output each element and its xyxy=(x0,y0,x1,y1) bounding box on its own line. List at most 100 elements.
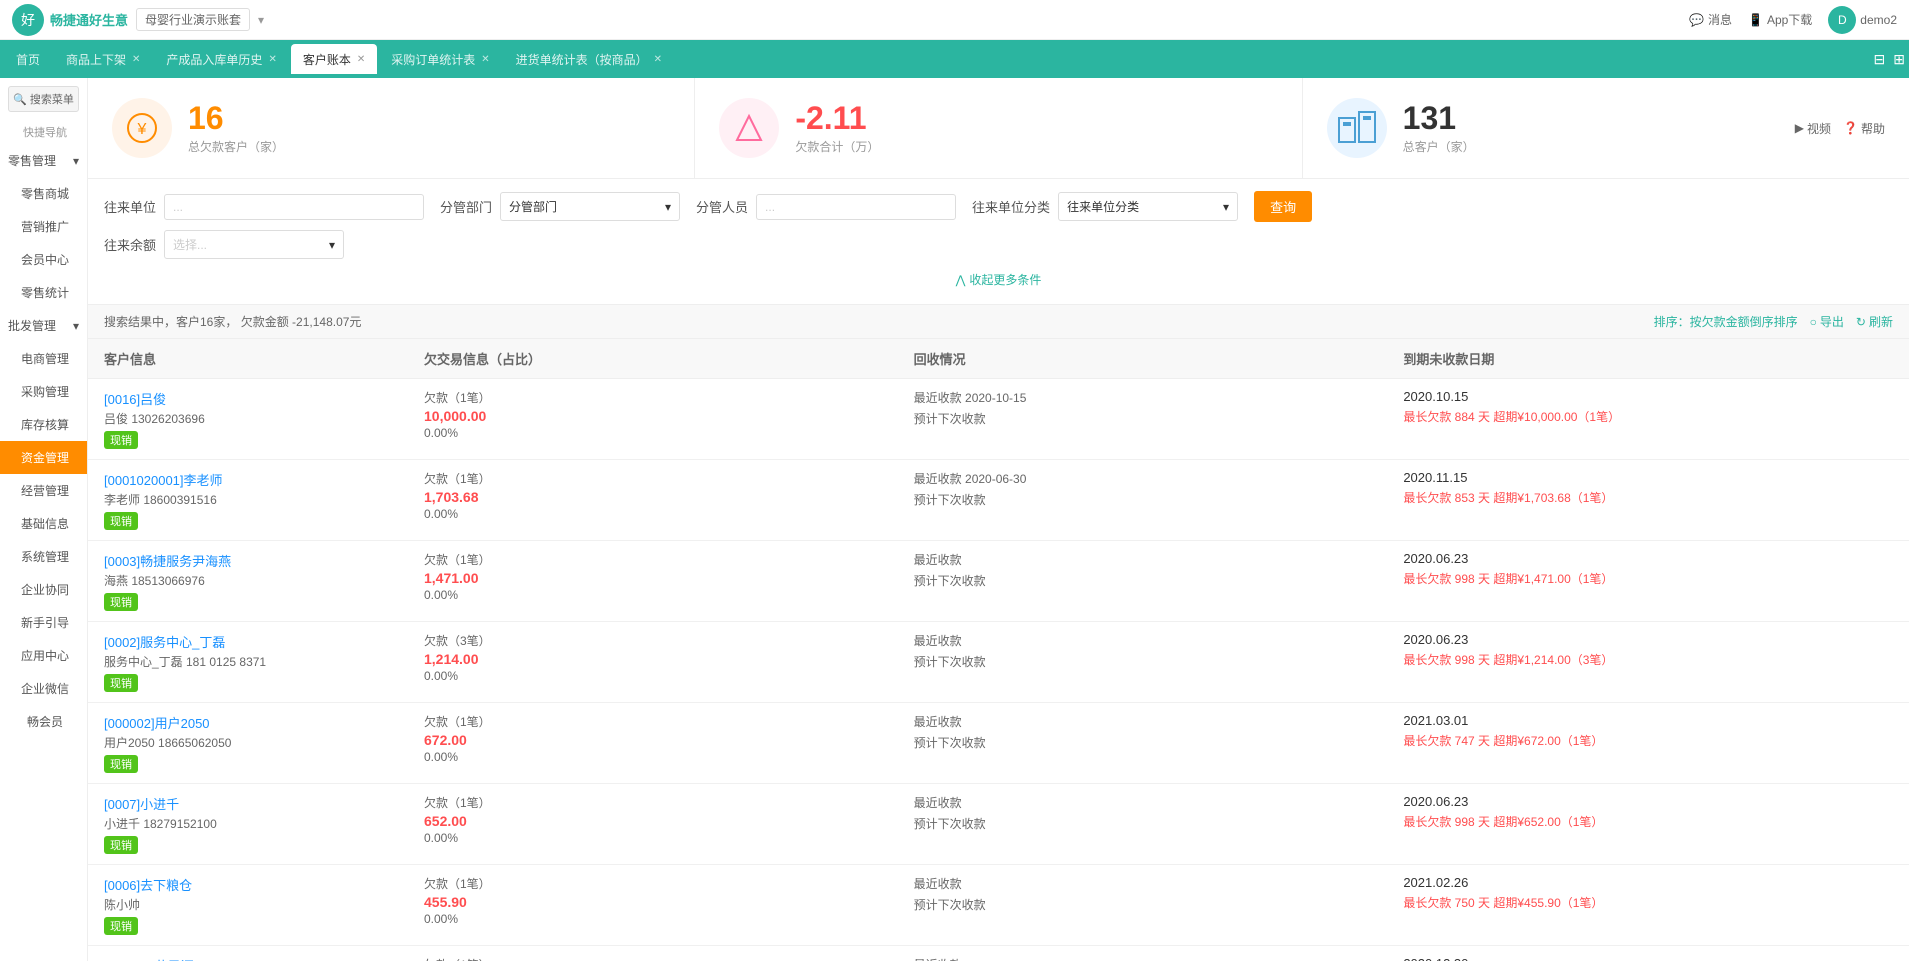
overdue-link-6[interactable]: 超期¥455.90（1笔） xyxy=(1493,896,1603,910)
collapse-btn[interactable]: ⋀ 收起更多条件 xyxy=(104,267,1893,292)
tab-incoming-stats[interactable]: 进货单统计表（按商品） ✕ xyxy=(504,44,674,74)
sidebar-item-basic-info[interactable]: 基础信息 xyxy=(0,507,87,540)
tab-product-history[interactable]: 产成品入库单历史 ✕ xyxy=(154,44,288,74)
customer-name-5[interactable]: [0007]小进千 xyxy=(104,794,424,813)
customer-name-7[interactable]: [000001]黄思源 xyxy=(104,956,424,961)
customer-cell-4: [000002]用户2050 用户2050 18665062050 现销 xyxy=(104,713,424,773)
customer-name-4[interactable]: [000002]用户2050 xyxy=(104,713,424,732)
sidebar-item-retail-stats[interactable]: 零售统计 xyxy=(0,276,87,309)
customer-name-1[interactable]: [0001020001]李老师 xyxy=(104,470,424,489)
table-row: [000002]用户2050 用户2050 18665062050 现销 欠款（… xyxy=(88,703,1909,784)
debt-count-3: 欠款（3笔） xyxy=(424,632,914,649)
sidebar-item-purchase[interactable]: 采购管理 xyxy=(0,375,87,408)
tab-purchase-stats-label: 采购订单统计表 xyxy=(391,51,475,68)
debt-amount-1: 1,703.68 xyxy=(424,489,914,505)
debt-amount-0: 10,000.00 xyxy=(424,408,914,424)
store-arrow[interactable]: ▾ xyxy=(258,13,264,27)
search-button[interactable]: 查询 xyxy=(1254,191,1312,222)
app-download-btn[interactable]: 📱 App下载 xyxy=(1748,11,1812,28)
customer-name-2[interactable]: [0003]畅捷服务尹海燕 xyxy=(104,551,424,570)
sidebar-item-batch-mgmt[interactable]: 批发管理 ▾ xyxy=(0,309,87,342)
overdue-link-3[interactable]: 超期¥1,214.00（3笔） xyxy=(1493,653,1613,667)
sidebar-item-ecommerce[interactable]: 电商管理 xyxy=(0,342,87,375)
tab-minimize-btn[interactable]: ⊟ xyxy=(1874,51,1886,68)
results-bar: 搜索结果中，客户16家， 欠款金额 -21,148.07元 排序：按欠款金额倒序… xyxy=(88,305,1909,339)
tab-home[interactable]: 首页 xyxy=(4,44,52,74)
top-bar-left: 好 畅捷通好生意 母婴行业演示账套 ▾ xyxy=(12,4,264,36)
sidebar-item-marketing[interactable]: 营销推广 xyxy=(0,210,87,243)
dept-label: 分管部门 xyxy=(440,197,492,216)
customer-name-6[interactable]: [0006]去下粮仓 xyxy=(104,875,424,894)
sidebar-item-member-center[interactable]: 会员中心 xyxy=(0,243,87,276)
sidebar-item-retail-mall[interactable]: 零售商城 xyxy=(0,177,87,210)
debt-cell-6: 欠款（1笔） 455.90 0.00% xyxy=(424,875,914,926)
due-cell-5: 2020.06.23 最长欠款 998 天 超期¥652.00（1笔） xyxy=(1403,794,1893,830)
due-cell-7: 2020.12.30 最长欠款 808 天 超期¥429.00（1笔） xyxy=(1403,956,1893,961)
unit-category-label: 往来单位分类 xyxy=(972,197,1050,216)
return-recent-7: 最近收款 xyxy=(914,956,1404,961)
customer-name-0[interactable]: [0016]吕俊 xyxy=(104,389,424,408)
card-actions-total-customers: ▶ 视频 ❓ 帮助 xyxy=(1795,120,1885,137)
card-number-debt-amount: -2.11 xyxy=(795,102,879,134)
sidebar-item-member[interactable]: 畅会员 xyxy=(0,705,87,738)
debt-percent-4: 0.00% xyxy=(424,750,914,764)
return-next-1: 预计下次收款 xyxy=(914,491,1404,508)
refresh-btn[interactable]: ↻ 刷新 xyxy=(1856,313,1893,330)
return-cell-3: 最近收款 预计下次收款 xyxy=(914,632,1404,670)
unit-category-select[interactable]: 往来单位分类 ▾ xyxy=(1058,192,1238,221)
sidebar-item-finance[interactable]: 资金管理 xyxy=(0,441,87,474)
tab-customer-account-close[interactable]: ✕ xyxy=(357,54,365,65)
results-actions: 排序：按欠款金额倒序排序 ○ 导出 ↻ 刷新 xyxy=(1654,313,1893,330)
help-btn[interactable]: ❓ 帮助 xyxy=(1843,120,1885,137)
sidebar-item-retail-mgmt[interactable]: 零售管理 ▾ xyxy=(0,144,87,177)
balance-select[interactable]: 选择... ▾ xyxy=(164,230,344,259)
due-cell-3: 2020.06.23 最长欠款 998 天 超期¥1,214.00（3笔） xyxy=(1403,632,1893,668)
tab-product-history-close[interactable]: ✕ xyxy=(268,54,276,65)
tab-product-shelf-close[interactable]: ✕ xyxy=(132,54,140,65)
search-menu-btn[interactable]: 🔍 搜索菜单 xyxy=(8,86,79,112)
overdue-link-4[interactable]: 超期¥672.00（1笔） xyxy=(1493,734,1603,748)
user-menu[interactable]: D demo2 xyxy=(1828,6,1897,34)
customer-name-3[interactable]: [0002]服务中心_丁磊 xyxy=(104,632,424,651)
store-name[interactable]: 母婴行业演示账套 xyxy=(136,8,250,31)
debt-percent-5: 0.00% xyxy=(424,831,914,845)
export-icon: ○ xyxy=(1810,315,1817,329)
customer-cell-3: [0002]服务中心_丁磊 服务中心_丁磊 181 0125 8371 现销 xyxy=(104,632,424,692)
sidebar-item-system[interactable]: 系统管理 xyxy=(0,540,87,573)
sidebar-item-enterprise-wx[interactable]: 企业微信 xyxy=(0,672,87,705)
tab-customer-account[interactable]: 客户账本 ✕ xyxy=(291,44,377,74)
return-cell-1: 最近收款 2020-06-30 预计下次收款 xyxy=(914,470,1404,508)
sidebar-item-inventory[interactable]: 库存核算 xyxy=(0,408,87,441)
sidebar-item-app-center[interactable]: 应用中心 xyxy=(0,639,87,672)
from-unit-input[interactable]: ... xyxy=(164,194,424,220)
overdue-link-1[interactable]: 超期¥1,703.68（1笔） xyxy=(1493,491,1613,505)
overdue-link-5[interactable]: 超期¥652.00（1笔） xyxy=(1493,815,1603,829)
tab-product-history-label: 产成品入库单历史 xyxy=(166,51,262,68)
export-btn[interactable]: ○ 导出 xyxy=(1810,313,1844,330)
tab-product-shelf[interactable]: 商品上下架 ✕ xyxy=(54,44,152,74)
sidebar-item-operations[interactable]: 经营管理 xyxy=(0,474,87,507)
overdue-link-0[interactable]: 超期¥10,000.00（1笔） xyxy=(1493,410,1620,424)
debt-percent-6: 0.00% xyxy=(424,912,914,926)
tab-purchase-stats[interactable]: 采购订单统计表 ✕ xyxy=(379,44,501,74)
table-row: [000001]黄思源 黄思源 13552700226 现销 欠款（1笔） 42… xyxy=(88,946,1909,961)
tab-expand-btn[interactable]: ⊞ xyxy=(1893,51,1905,68)
sort-label[interactable]: 排序：按欠款金额倒序排序 xyxy=(1654,313,1798,330)
filter-row-2: 往来余额 选择... ▾ xyxy=(104,230,1893,259)
dept-select[interactable]: 分管部门 ▾ xyxy=(500,192,680,221)
manager-input[interactable]: ... xyxy=(756,194,956,220)
customer-tag-5: 现销 xyxy=(104,836,138,854)
tab-incoming-stats-close[interactable]: ✕ xyxy=(654,54,662,65)
col-return: 回收情况 xyxy=(914,349,1404,368)
sidebar-item-guide[interactable]: 新手引导 xyxy=(0,606,87,639)
message-btn[interactable]: 💬 消息 xyxy=(1689,11,1732,28)
overdue-link-2[interactable]: 超期¥1,471.00（1笔） xyxy=(1493,572,1613,586)
due-cell-6: 2021.02.26 最长欠款 750 天 超期¥455.90（1笔） xyxy=(1403,875,1893,911)
video-btn[interactable]: ▶ 视频 xyxy=(1795,120,1831,137)
due-cell-0: 2020.10.15 最长欠款 884 天 超期¥10,000.00（1笔） xyxy=(1403,389,1893,425)
return-recent-4: 最近收款 xyxy=(914,713,1404,730)
sidebar-item-enterprise[interactable]: 企业协同 xyxy=(0,573,87,606)
customer-cell-6: [0006]去下粮仓 陈小帅 现销 xyxy=(104,875,424,935)
debt-amount-4: 672.00 xyxy=(424,732,914,748)
tab-purchase-stats-close[interactable]: ✕ xyxy=(481,54,489,65)
